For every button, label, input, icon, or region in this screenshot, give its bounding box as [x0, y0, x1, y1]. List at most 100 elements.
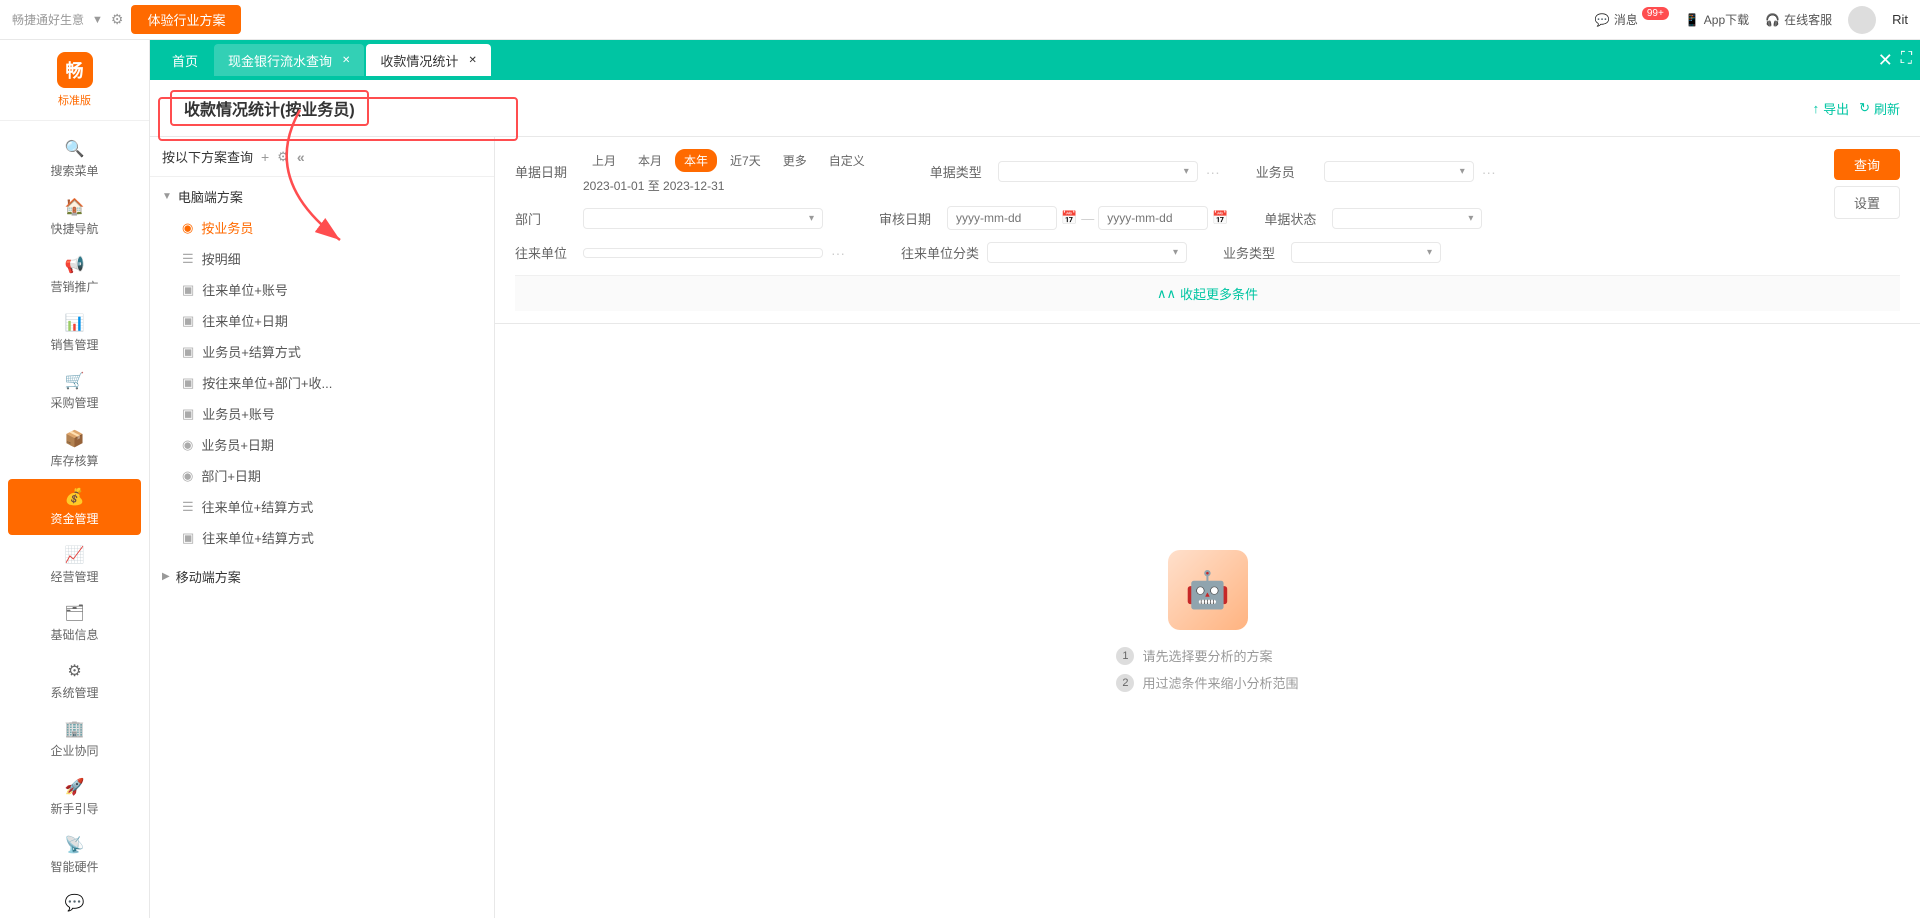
main-layout: 畅 标准版 🔍 搜索菜单 🏠 快捷导航 📢 营销推广 📊 销售管理 🛒	[0, 0, 1920, 918]
doctype-label: 单据类型	[930, 162, 990, 181]
query-button[interactable]: 查询	[1834, 149, 1900, 180]
sidebar: 畅 标准版 🔍 搜索菜单 🏠 快捷导航 📢 营销推广 📊 销售管理 🛒	[0, 40, 150, 918]
partner-category-select[interactable]: ▾	[987, 242, 1187, 263]
filter-item-dept: 部门 ▾	[515, 208, 823, 229]
scheme-item-by-salesman[interactable]: ◉ 按业务员	[150, 212, 494, 243]
tab-bank-flow-close[interactable]: ✕	[342, 55, 350, 66]
sidebar-item-guide[interactable]: 🚀 新手引导	[8, 769, 141, 825]
salesman-select[interactable]: ▾	[1324, 161, 1474, 182]
partner-select[interactable]	[583, 248, 823, 258]
biz-type-label: 业务类型	[1223, 243, 1283, 262]
salesman-more-icon[interactable]: ···	[1482, 164, 1496, 180]
breadcrumb: 畅捷通好生意	[12, 11, 84, 28]
sidebar-item-purchase[interactable]: 🛒 采购管理	[8, 363, 141, 419]
doc-status-select[interactable]: ▾	[1332, 208, 1482, 229]
sales-icon: 📊	[65, 313, 85, 333]
dept-select[interactable]: ▾	[583, 208, 823, 229]
tab-bank-flow[interactable]: 现金银行流水查询 ✕	[214, 44, 364, 76]
scheme-item-label: 往来单位+结算方式	[202, 528, 314, 547]
scheme-item-dept-date[interactable]: ◉ 部门+日期	[150, 460, 494, 491]
scheme-item-partner-date[interactable]: ▣ 往来单位+日期	[150, 305, 494, 336]
scheme-header: 按以下方案查询 + ⚙ «	[150, 137, 494, 177]
scheme-item-salesman-date[interactable]: ◉ 业务员+日期	[150, 429, 494, 460]
trial-button[interactable]: 体验行业方案	[131, 5, 241, 34]
partner-more-icon[interactable]: ···	[831, 245, 845, 261]
date-btn-last-month[interactable]: 上月	[583, 149, 625, 172]
doctype-select[interactable]: ▾	[998, 161, 1198, 182]
tip-num-1: 1	[1116, 647, 1134, 665]
purchase-icon: 🛒	[65, 371, 85, 391]
sidebar-item-marketing[interactable]: 📢 营销推广	[8, 247, 141, 303]
scheme-add-icon[interactable]: +	[261, 149, 269, 165]
tab-expand-icon[interactable]: ⛶	[1901, 50, 1912, 71]
scheme-item-salesman-account[interactable]: ▣ 业务员+账号	[150, 398, 494, 429]
scheme-item-partner-payment1[interactable]: ☰ 往来单位+结算方式	[150, 491, 494, 522]
date-btn-this-year[interactable]: 本年	[675, 149, 717, 172]
scheme-settings-icon[interactable]: ⚙	[277, 149, 289, 165]
page-actions: ↑ 导出 ↻ 刷新	[1813, 99, 1900, 118]
audit-date-end[interactable]	[1098, 206, 1208, 230]
sidebar-item-sales[interactable]: 📊 销售管理	[8, 305, 141, 361]
date-btn-this-month[interactable]: 本月	[629, 149, 671, 172]
audit-date-start[interactable]	[947, 206, 1057, 230]
set-button[interactable]: 设置	[1834, 186, 1900, 219]
sidebar-item-system[interactable]: ⚙ 系统管理	[8, 653, 141, 709]
filter-item-partner: 往来单位 ···	[515, 243, 845, 262]
mobile-group-name: 移动端方案	[176, 567, 241, 586]
scheme-collapse-icon[interactable]: «	[297, 149, 305, 165]
sidebar-item-ops[interactable]: 📈 经营管理	[8, 537, 141, 593]
biz-type-select[interactable]: ▾	[1291, 242, 1441, 263]
sidebar-item-nav[interactable]: 🏠 快捷导航	[8, 189, 141, 245]
scheme-item-label: 往来单位+日期	[202, 311, 288, 330]
tab-receipt-stats[interactable]: 收款情况统计 ✕	[366, 44, 490, 76]
sidebar-item-basic[interactable]: 🗂 基础信息	[8, 595, 141, 651]
message-button[interactable]: 💬 消息 99+	[1595, 11, 1669, 28]
export-icon: ↑	[1813, 101, 1820, 116]
scheme-item-partner-account[interactable]: ▣ 往来单位+账号	[150, 274, 494, 305]
dropdown-arrow-icon[interactable]: ▼	[92, 14, 103, 26]
sidebar-item-wechat[interactable]: 💬 企业微信	[8, 885, 141, 918]
finance-icon: 💰	[65, 487, 85, 507]
header-gear-icon[interactable]: ⚙	[111, 11, 124, 28]
filter-item-partner-category: 往来单位分类 ▾	[901, 242, 1187, 263]
tab-receipt-stats-close[interactable]: ✕	[468, 55, 476, 66]
scheme-item-by-detail[interactable]: ☰ 按明细	[150, 243, 494, 274]
sidebar-item-hardware[interactable]: 📡 智能硬件	[8, 827, 141, 883]
export-label: 导出	[1823, 99, 1849, 118]
partner-category-arrow-icon: ▾	[1173, 247, 1178, 258]
user-avatar[interactable]	[1848, 6, 1876, 34]
empty-state: 🤖 1 请先选择要分析的方案 2 用过滤条件来缩小分析范围	[495, 324, 1920, 918]
export-button[interactable]: ↑ 导出	[1813, 99, 1850, 118]
tab-close-all-icon[interactable]: ✕	[1878, 50, 1893, 71]
app-download-button[interactable]: 📱 App下载	[1685, 11, 1749, 28]
scheme-item-salesman-payment[interactable]: ▣ 业务员+结算方式	[150, 336, 494, 367]
app-logo: 畅	[57, 52, 93, 88]
sidebar-item-search[interactable]: 🔍 搜索菜单	[8, 131, 141, 187]
scheme-item-label: 按明细	[202, 249, 241, 268]
sidebar-item-enterprise[interactable]: 🏢 企业协同	[8, 711, 141, 767]
marketing-icon: 📢	[65, 255, 85, 275]
scheme-item-by-partner-dept[interactable]: ▣ 按往来单位+部门+收...	[150, 367, 494, 398]
scheme-desktop-group-title[interactable]: ▼ 电脑端方案	[150, 181, 494, 212]
top-header: 畅捷通好生意 ▼ ⚙ 体验行业方案 💬 消息 99+ 📱 App下载 🎧 在线客…	[0, 0, 1920, 40]
desktop-group-arrow: ▼	[162, 191, 172, 202]
header-right: 💬 消息 99+ 📱 App下载 🎧 在线客服 Rit	[1595, 6, 1908, 34]
cal-icon-end: 📅	[1212, 210, 1228, 226]
date-btn-custom[interactable]: 自定义	[820, 149, 874, 172]
scheme-item-partner-payment2[interactable]: ▣ 往来单位+结算方式	[150, 522, 494, 553]
collapse-bar[interactable]: ∧∧ 收起更多条件	[515, 275, 1900, 311]
tab-home[interactable]: 首页	[158, 44, 212, 76]
scheme-item-icon-dd: ◉	[182, 468, 193, 484]
refresh-button[interactable]: ↻ 刷新	[1859, 99, 1900, 118]
sidebar-item-inventory[interactable]: 📦 库存核算	[8, 421, 141, 477]
online-service-button[interactable]: 🎧 在线客服	[1765, 11, 1832, 28]
date-btn-7days[interactable]: 近7天	[721, 149, 770, 172]
empty-icon-area: 🤖	[1168, 550, 1248, 630]
doctype-more-icon[interactable]: ···	[1206, 164, 1220, 180]
sidebar-item-finance[interactable]: 💰 资金管理	[8, 479, 141, 535]
filter-right-actions: 查询 设置	[1834, 149, 1900, 219]
date-btn-more[interactable]: 更多	[774, 149, 816, 172]
scheme-mobile-group-title[interactable]: ▶ 移动端方案	[150, 561, 494, 592]
sidebar-item-label: 搜索菜单	[50, 162, 98, 179]
scheme-item-icon-detail: ☰	[182, 251, 194, 267]
